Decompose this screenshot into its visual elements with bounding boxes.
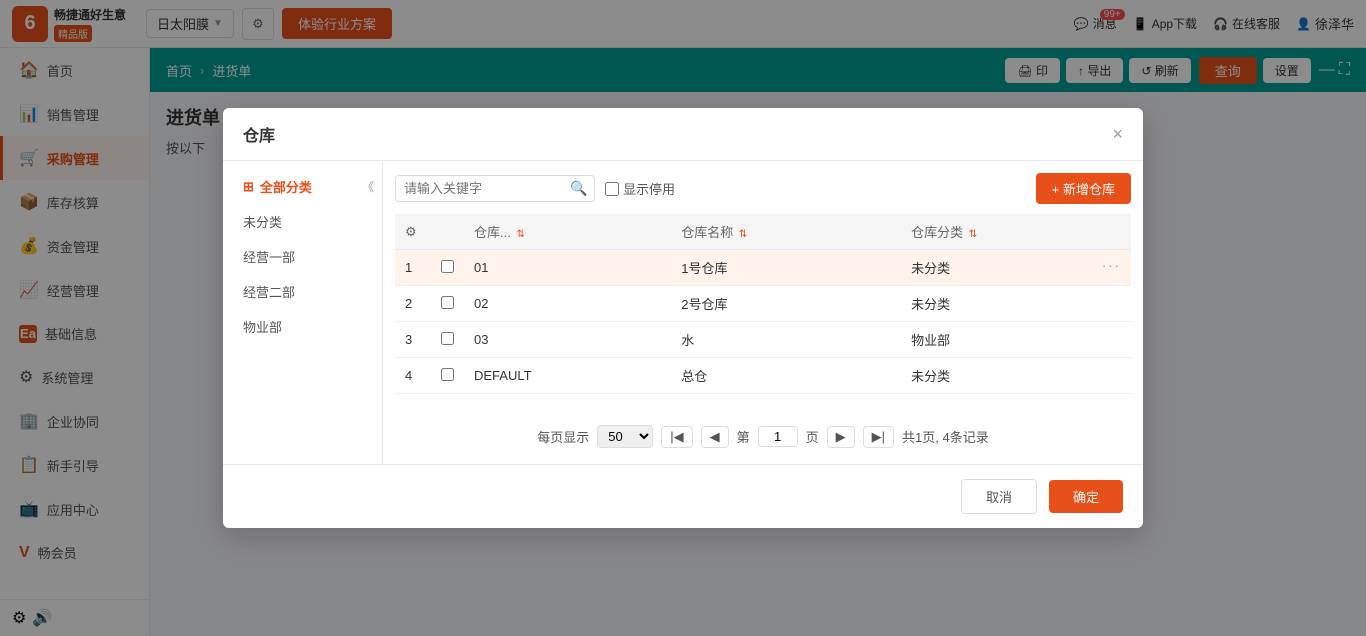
table-wrapper: ⚙ 仓库... ⇅ 仓库名称 ⇅ [395,214,1131,413]
row-code: DEFAULT [464,358,671,394]
search-input[interactable] [404,181,564,196]
category-item-property[interactable]: 物业部 [223,309,382,344]
row-checkbox[interactable] [431,250,464,286]
row-checkbox[interactable] [431,358,464,394]
row-category: 未分类··· [901,250,1131,286]
search-icon[interactable]: 🔍 [570,180,587,197]
row-code: 03 [464,322,671,358]
add-warehouse-button[interactable]: + 新增仓库 [1036,173,1131,204]
row-category: 未分类 [901,358,1131,394]
row-category: 未分类 [901,286,1131,322]
row-checkbox[interactable] [431,322,464,358]
modal-footer: 取消 确定 [223,464,1143,528]
modal-title: 仓库 [243,122,275,146]
table-panel: 🔍 显示停用 + 新增仓库 ⚙ [383,161,1143,464]
modal-body: ⊞ 全部分类 《 未分类 经营一部 经营二部 物业部 [223,161,1143,464]
last-page-button[interactable]: ▶| [863,426,894,448]
per-page-label: 每页显示 [537,427,589,446]
prev-page-button[interactable]: ◀ [701,426,729,448]
row-checkbox[interactable] [431,286,464,322]
pagination: 每页显示 50 20 100 |◀ ◀ 第 页 ▶ ▶| 共1页, 4 [395,413,1131,452]
show-disabled-label: 显示停用 [605,179,675,198]
total-info: 共1页, 4条记录 [902,427,989,446]
search-input-wrap: 🔍 [395,175,595,202]
col-name[interactable]: 仓库名称 ⇅ [671,214,901,250]
modal-header: 仓库 × [223,108,1143,161]
current-page-input[interactable] [758,426,798,447]
sort-icon-code: ⇅ [516,229,524,240]
row-num: 1 [395,250,431,286]
row-name: 总仓 [671,358,901,394]
warehouse-modal: 仓库 × ⊞ 全部分类 《 未分类 经营一部 经营二部 [223,108,1143,528]
collapse-button[interactable]: 《 [358,178,378,195]
page-unit-label: 页 [806,427,819,446]
grid-icon: ⊞ [243,179,254,195]
row-num: 4 [395,358,431,394]
row-code: 02 [464,286,671,322]
warehouse-table: ⚙ 仓库... ⇅ 仓库名称 ⇅ [395,214,1131,394]
col-checkbox [431,214,464,250]
row-name: 1号仓库 [671,250,901,286]
show-disabled-checkbox[interactable] [605,182,619,196]
category-item-ops1[interactable]: 经营一部 [223,239,382,274]
row-actions[interactable]: ··· [1102,258,1121,273]
cancel-button[interactable]: 取消 [961,479,1037,514]
first-page-button[interactable]: |◀ [661,426,692,448]
table-row[interactable]: 2 02 2号仓库 未分类 [395,286,1131,322]
sort-icon-name: ⇅ [739,229,747,240]
row-code: 01 [464,250,671,286]
confirm-button[interactable]: 确定 [1049,480,1123,513]
category-all[interactable]: ⊞ 全部分类 [231,169,324,204]
page-label: 第 [737,427,750,446]
row-category: 物业部 [901,322,1131,358]
row-num: 2 [395,286,431,322]
next-page-button[interactable]: ▶ [827,426,855,448]
table-row[interactable]: 4 DEFAULT 总仓 未分类 [395,358,1131,394]
category-item-ops2[interactable]: 经营二部 [223,274,382,309]
table-row[interactable]: 1 01 1号仓库 未分类··· [395,250,1131,286]
col-code[interactable]: 仓库... ⇅ [464,214,671,250]
row-name: 2号仓库 [671,286,901,322]
sort-icon-category: ⇅ [969,229,977,240]
table-toolbar: 🔍 显示停用 + 新增仓库 [395,173,1131,204]
category-item-unclassified[interactable]: 未分类 [223,204,382,239]
col-category[interactable]: 仓库分类 ⇅ [901,214,1131,250]
col-settings: ⚙ [395,214,431,250]
row-num: 3 [395,322,431,358]
table-row[interactable]: 3 03 水 物业部 [395,322,1131,358]
per-page-select[interactable]: 50 20 100 [597,425,653,448]
row-name: 水 [671,322,901,358]
modal-overlay: 仓库 × ⊞ 全部分类 《 未分类 经营一部 经营二部 [0,0,1366,636]
category-panel: ⊞ 全部分类 《 未分类 经营一部 经营二部 物业部 [223,161,383,464]
modal-close-button[interactable]: × [1112,124,1123,145]
